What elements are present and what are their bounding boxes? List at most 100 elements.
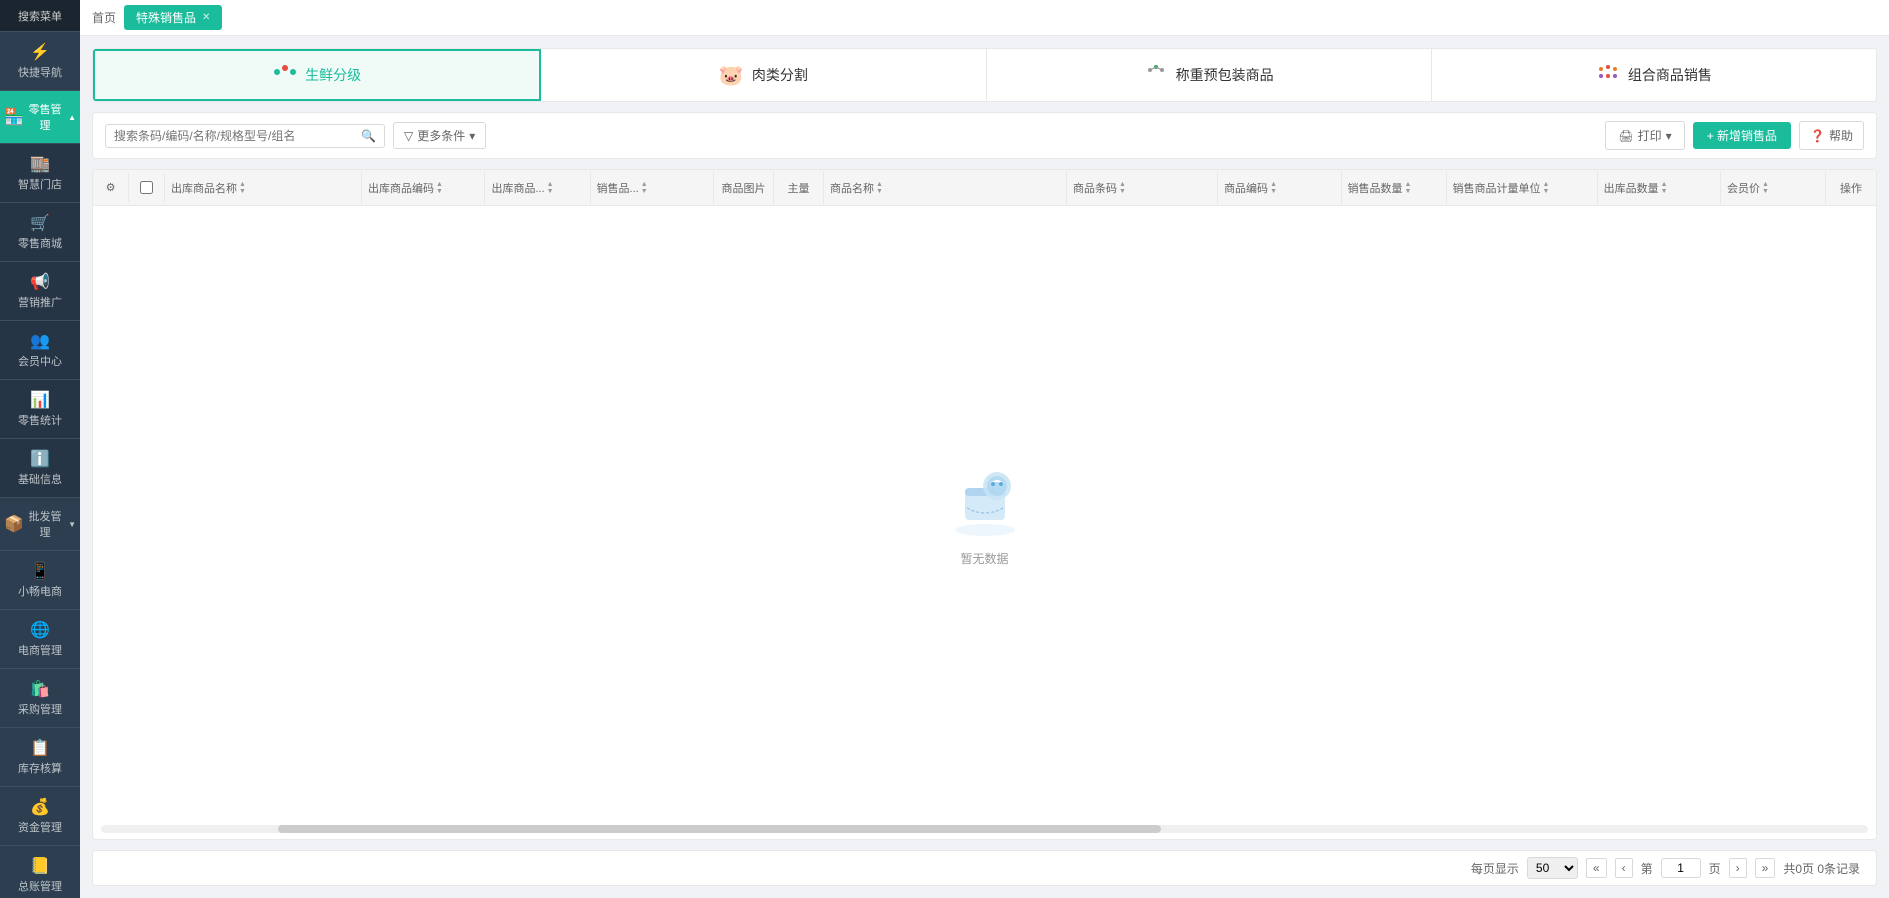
sidebar-item-label: 电商管理: [18, 642, 62, 658]
arrow-icon: ▲: [68, 113, 76, 122]
th-saleqty: 销售品数量 ▲▼: [1342, 172, 1447, 204]
sort-arrows[interactable]: ▲▼: [547, 181, 554, 195]
sort-arrows[interactable]: ▲▼: [1543, 181, 1550, 195]
th-name: 商品名称 ▲▼: [824, 172, 1067, 204]
th-outname: 出库商品名称 ▲▼: [165, 172, 362, 204]
sidebar-item-member-center[interactable]: 👥 会员中心: [0, 321, 80, 380]
home-link[interactable]: 首页: [92, 9, 116, 26]
sidebar-item-retail-stat[interactable]: 📊 零售统计: [0, 380, 80, 439]
next-page-button[interactable]: ›: [1729, 858, 1747, 878]
fresh-grade-icon: [273, 63, 297, 87]
category-tab-meat-cut[interactable]: 🐷 肉类分割: [541, 49, 986, 101]
sidebar-item-sale-promo[interactable]: 📢 营销推广: [0, 262, 80, 321]
shop-icon: 🏬: [30, 154, 50, 174]
sort-arrows[interactable]: ▲▼: [1270, 181, 1277, 195]
per-page-label: 每页显示: [1471, 860, 1519, 877]
th-name-label: 商品名称: [830, 180, 874, 196]
total-label: 共0页 0条记录: [1783, 860, 1860, 877]
last-page-button[interactable]: »: [1755, 858, 1776, 878]
sidebar-item-basic-info[interactable]: ℹ️ 基础信息: [0, 439, 80, 498]
th-outqty: 出库品数量 ▲▼: [1598, 172, 1721, 204]
search-box[interactable]: 🔍: [105, 124, 385, 148]
sidebar-item-purchase-mgmt[interactable]: 🛍️ 采购管理: [0, 669, 80, 728]
category-tab-fresh-grade[interactable]: 生鲜分级: [93, 49, 541, 101]
web-icon: 🌐: [30, 620, 50, 640]
filter-label: 更多条件: [417, 127, 465, 144]
sidebar: 搜索菜单 ⚡ 快捷导航 🏪 零售管理 ▲ 🏬 智慧门店 🛒 零售商城 📢 营销推…: [0, 0, 80, 898]
finance-icon: 💰: [30, 797, 50, 817]
sort-arrows[interactable]: ▲▼: [641, 181, 648, 195]
sidebar-item-label: 批发管理: [28, 508, 62, 540]
sidebar-item-retail-mall[interactable]: 🛒 零售商城: [0, 203, 80, 262]
help-label: 帮助: [1829, 127, 1853, 144]
search-input[interactable]: [114, 129, 357, 143]
tab-close-icon[interactable]: ✕: [202, 12, 210, 23]
sort-arrows[interactable]: ▲▼: [1762, 181, 1769, 195]
scale-icon: [1144, 63, 1168, 87]
sidebar-item-ledger[interactable]: 📒 总账管理: [0, 846, 80, 898]
new-sale-button[interactable]: + 新增销售品: [1693, 122, 1791, 149]
sidebar-item-label: 小畅电商: [18, 583, 62, 599]
th-saleunit-label: 销售商品计量单位: [1453, 180, 1541, 196]
sort-arrows[interactable]: ▲▼: [1405, 181, 1412, 195]
sidebar-item-quick-nav[interactable]: ⚡ 快捷导航: [0, 32, 80, 91]
store-icon: 🏪: [4, 107, 24, 127]
horizontal-scrollbar[interactable]: [93, 819, 1876, 839]
sidebar-item-mini-ecommerce[interactable]: 📱 小畅电商: [0, 551, 80, 610]
help-button[interactable]: ❓ 帮助: [1799, 121, 1864, 150]
page-label: 第: [1641, 860, 1653, 877]
sidebar-item-label: 采购管理: [18, 701, 62, 717]
th-main: 主量: [774, 172, 824, 204]
table-wrap: ⚙ 出库商品名称 ▲▼ 出库商品编码 ▲▼ 出库商品... ▲▼: [92, 169, 1877, 840]
ledger-icon: 📒: [30, 856, 50, 876]
sort-arrows[interactable]: ▲▼: [1119, 181, 1126, 195]
th-checkbox[interactable]: [129, 173, 165, 202]
sidebar-logo[interactable]: 搜索菜单: [0, 0, 80, 32]
sidebar-item-label: 零售商城: [18, 235, 62, 251]
arrow-icon: ▼: [68, 520, 76, 529]
per-page-select[interactable]: 50 10 20 100: [1527, 857, 1578, 879]
category-tab-weigh-pack[interactable]: 称重预包装商品: [987, 49, 1432, 101]
help-icon: ❓: [1810, 129, 1825, 143]
th-saleqty-label: 销售品数量: [1348, 180, 1403, 196]
category-tab-combo-sale[interactable]: 组合商品销售: [1432, 49, 1876, 101]
sidebar-item-wholesale-mgmt[interactable]: 📦 批发管理 ▼: [0, 498, 80, 551]
sort-arrows[interactable]: ▲▼: [876, 181, 883, 195]
sidebar-item-label: 库存核算: [18, 760, 62, 776]
sort-arrows[interactable]: ▲▼: [1661, 181, 1668, 195]
sort-arrows[interactable]: ▲▼: [239, 181, 246, 195]
member-icon: 👥: [30, 331, 50, 351]
select-all-checkbox[interactable]: [140, 181, 153, 194]
sidebar-item-finance[interactable]: 💰 资金管理: [0, 787, 80, 846]
table-body: 暂无数据: [93, 206, 1876, 819]
th-salecode-label: 销售品...: [597, 180, 639, 196]
page-suffix: 页: [1709, 860, 1721, 877]
page-body: 生鲜分级 🐷 肉类分割 称重预包装商品: [80, 36, 1889, 898]
search-icon[interactable]: 🔍: [361, 129, 376, 143]
th-price-label: 会员价: [1727, 180, 1760, 196]
page-number-input[interactable]: [1661, 858, 1701, 878]
chevron-down-icon: ▾: [1666, 129, 1672, 143]
sidebar-item-label: 资金管理: [18, 819, 62, 835]
sidebar-item-ecommerce-mgmt[interactable]: 🌐 电商管理: [0, 610, 80, 669]
table-header: ⚙ 出库商品名称 ▲▼ 出库商品编码 ▲▼ 出库商品... ▲▼: [93, 170, 1876, 206]
topbar: 首页 特殊销售品 ✕: [80, 0, 1889, 36]
pig-icon: 🐷: [719, 63, 744, 88]
new-sale-label: + 新增销售品: [1707, 127, 1777, 144]
sidebar-item-retail-mgmt[interactable]: 🏪 零售管理 ▲: [0, 91, 80, 144]
first-page-button[interactable]: «: [1586, 858, 1607, 878]
sidebar-item-label: 智慧门店: [18, 176, 62, 192]
sort-arrows[interactable]: ▲▼: [436, 181, 443, 195]
filter-button[interactable]: ▽ 更多条件 ▾: [393, 122, 486, 149]
print-button[interactable]: 🖨 打印 ▾: [1605, 121, 1684, 150]
print-label: 打印: [1638, 127, 1662, 144]
th-settings[interactable]: ⚙: [93, 173, 129, 202]
toolbar: 🔍 ▽ 更多条件 ▾ 🖨 打印 ▾ + 新增销售品 ❓ 帮助: [92, 112, 1877, 159]
sidebar-item-smart-store[interactable]: 🏬 智慧门店: [0, 144, 80, 203]
prev-page-button[interactable]: ‹: [1615, 858, 1633, 878]
th-itemcode: 商品编码 ▲▼: [1218, 172, 1341, 204]
active-tab[interactable]: 特殊销售品 ✕: [124, 5, 222, 30]
th-outcode: 出库商品编码 ▲▼: [362, 172, 485, 204]
sidebar-item-inventory[interactable]: 📋 库存核算: [0, 728, 80, 787]
info-icon: ℹ️: [30, 449, 50, 469]
